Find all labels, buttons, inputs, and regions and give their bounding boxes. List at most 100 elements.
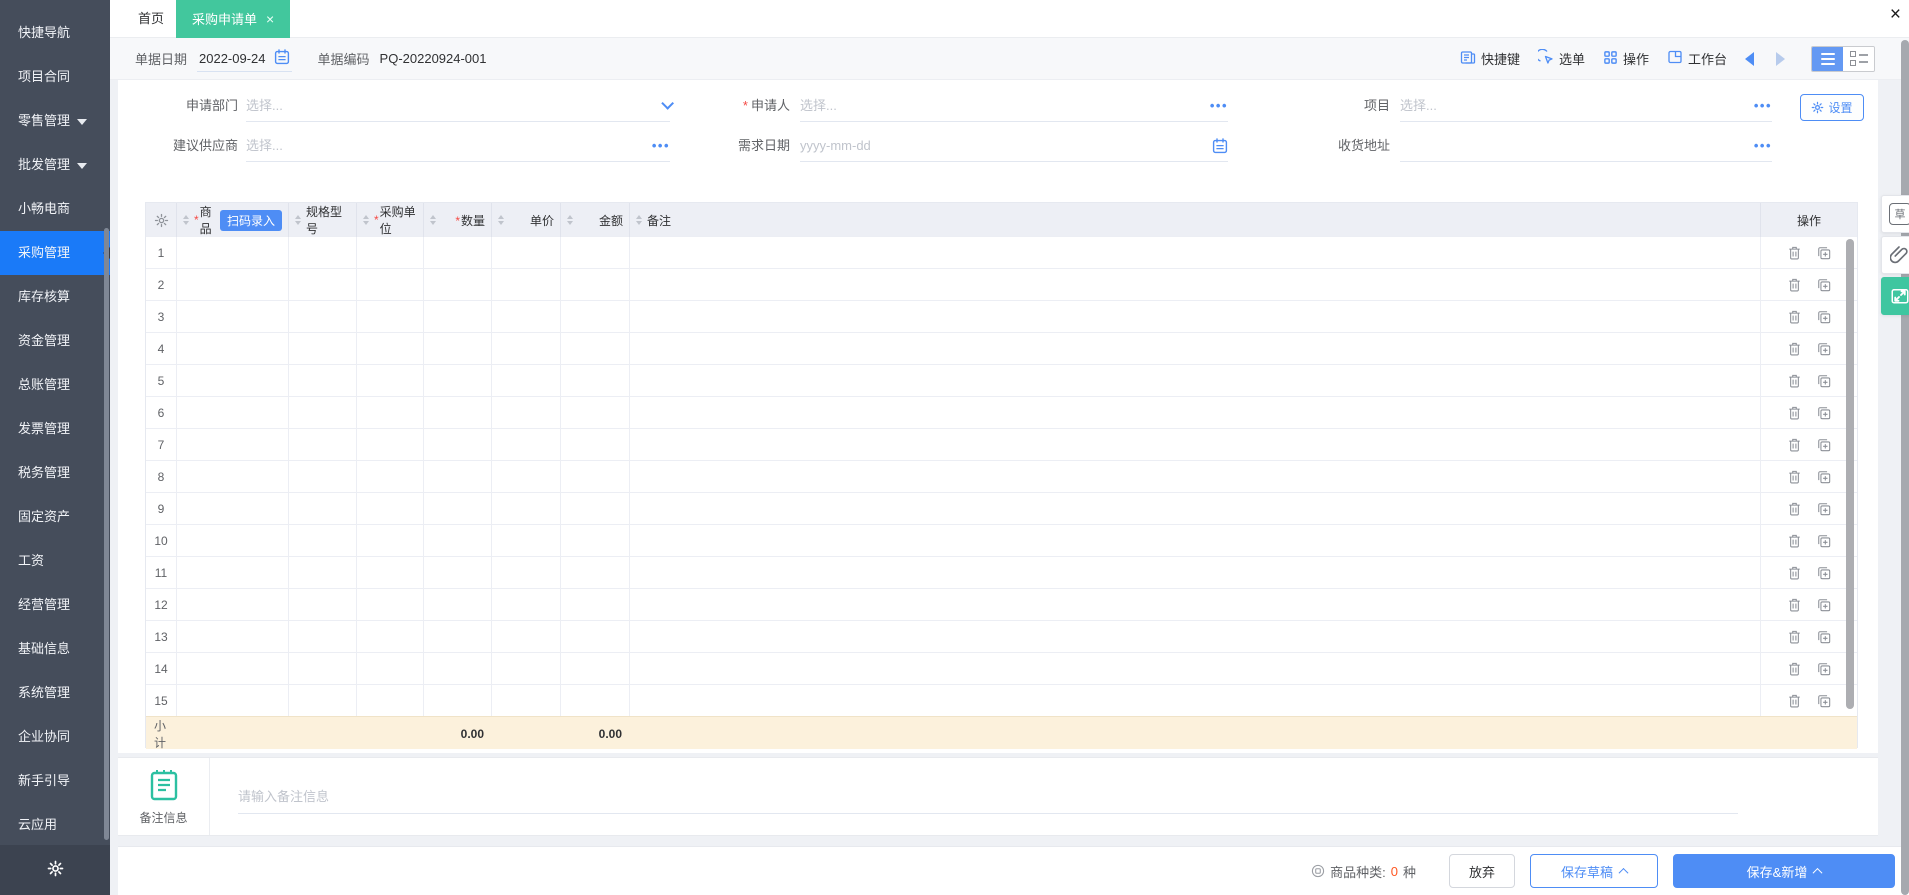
cell-remark[interactable] — [630, 620, 1761, 652]
cell-spec[interactable] — [289, 428, 357, 460]
cell-remark[interactable] — [630, 396, 1761, 428]
cell-unit[interactable] — [357, 268, 424, 300]
cell-unit[interactable] — [357, 684, 424, 716]
cell-spec[interactable] — [289, 588, 357, 620]
cell-spec[interactable] — [289, 396, 357, 428]
cell-remark[interactable] — [630, 428, 1761, 460]
cell-unit[interactable] — [357, 556, 424, 588]
cell-qty[interactable] — [424, 332, 492, 364]
cell-remark[interactable] — [630, 268, 1761, 300]
cell-product[interactable] — [177, 268, 289, 300]
tab-purchase-request[interactable]: 采购申请单 × — [176, 0, 291, 38]
sidebar-item[interactable]: 小畅电商 — [0, 187, 110, 231]
cell-remark[interactable] — [630, 364, 1761, 396]
more-dots-icon[interactable]: ••• — [1754, 139, 1772, 152]
copy-row-icon[interactable] — [1817, 246, 1831, 260]
sidebar-item[interactable]: 系统管理 — [0, 671, 110, 715]
cell-price[interactable] — [492, 364, 561, 396]
delete-row-icon[interactable] — [1788, 598, 1801, 612]
cell-product[interactable] — [177, 236, 289, 268]
copy-row-icon[interactable] — [1817, 342, 1831, 356]
project-input[interactable] — [1400, 98, 1748, 113]
cell-price[interactable] — [492, 268, 561, 300]
dept-input[interactable] — [246, 98, 655, 113]
cell-qty[interactable] — [424, 556, 492, 588]
sidebar-item[interactable]: 固定资产 — [0, 495, 110, 539]
copy-row-icon[interactable] — [1817, 630, 1831, 644]
delete-row-icon[interactable] — [1788, 534, 1801, 548]
supplier-input[interactable] — [246, 138, 646, 153]
applicant-input[interactable] — [800, 98, 1204, 113]
cell-remark[interactable] — [630, 556, 1761, 588]
cell-remark[interactable] — [630, 236, 1761, 268]
cell-spec[interactable] — [289, 460, 357, 492]
copy-row-icon[interactable] — [1817, 278, 1831, 292]
col-header-price[interactable]: 单价 — [492, 203, 561, 237]
cell-remark[interactable] — [630, 492, 1761, 524]
column-settings-gear-icon[interactable] — [146, 203, 177, 237]
sidebar-item[interactable]: 新手引导 — [0, 759, 110, 803]
doc-date-field[interactable]: 2022-09-24 — [197, 46, 292, 72]
cell-price[interactable] — [492, 332, 561, 364]
cell-amount[interactable] — [561, 620, 630, 652]
cell-qty[interactable] — [424, 460, 492, 492]
sidebar-item[interactable]: 工资 — [0, 539, 110, 583]
cell-remark[interactable] — [630, 332, 1761, 364]
col-header-product[interactable]: * 商品 扫码录入 — [177, 203, 289, 237]
delete-row-icon[interactable] — [1788, 438, 1801, 452]
cell-product[interactable] — [177, 460, 289, 492]
copy-row-icon[interactable] — [1817, 694, 1831, 708]
table-scrollbar[interactable] — [1846, 239, 1854, 709]
more-dots-icon[interactable]: ••• — [1754, 99, 1772, 112]
cell-qty[interactable] — [424, 524, 492, 556]
cell-unit[interactable] — [357, 492, 424, 524]
delete-row-icon[interactable] — [1788, 310, 1801, 324]
delete-row-icon[interactable] — [1788, 662, 1801, 676]
operations-button[interactable]: 操作 — [1603, 49, 1649, 68]
col-header-amount[interactable]: 金额 — [561, 203, 630, 237]
tab-close-icon[interactable]: × — [266, 11, 274, 27]
delete-row-icon[interactable] — [1788, 694, 1801, 708]
sidebar-item[interactable]: 企业协同 — [0, 715, 110, 759]
cell-unit[interactable] — [357, 652, 424, 684]
cell-amount[interactable] — [561, 300, 630, 332]
cell-product[interactable] — [177, 492, 289, 524]
sidebar-item[interactable]: 采购管理 — [0, 231, 110, 275]
cell-price[interactable] — [492, 396, 561, 428]
cell-unit[interactable] — [357, 332, 424, 364]
cell-product[interactable] — [177, 300, 289, 332]
save-and-new-button[interactable]: 保存&新增 — [1673, 854, 1895, 888]
copy-row-icon[interactable] — [1817, 566, 1831, 580]
cell-price[interactable] — [492, 428, 561, 460]
remark-input[interactable] — [238, 788, 1738, 804]
calendar-icon[interactable] — [1212, 137, 1228, 154]
chevron-down-icon[interactable] — [661, 97, 674, 110]
copy-row-icon[interactable] — [1817, 374, 1831, 388]
delete-row-icon[interactable] — [1788, 502, 1801, 516]
col-header-spec[interactable]: 规格型号 — [289, 203, 357, 237]
cell-price[interactable] — [492, 236, 561, 268]
cell-spec[interactable] — [289, 620, 357, 652]
cell-qty[interactable] — [424, 396, 492, 428]
sidebar-item[interactable]: 发票管理 — [0, 407, 110, 451]
cell-price[interactable] — [492, 300, 561, 332]
cell-price[interactable] — [492, 460, 561, 492]
cell-qty[interactable] — [424, 684, 492, 716]
delete-row-icon[interactable] — [1788, 278, 1801, 292]
sidebar-item[interactable]: 基础信息 — [0, 627, 110, 671]
copy-row-icon[interactable] — [1817, 598, 1831, 612]
cell-spec[interactable] — [289, 556, 357, 588]
cell-spec[interactable] — [289, 332, 357, 364]
delete-row-icon[interactable] — [1788, 374, 1801, 388]
cell-amount[interactable] — [561, 492, 630, 524]
list-view-button[interactable] — [1812, 46, 1843, 71]
more-dots-icon[interactable]: ••• — [1210, 99, 1228, 112]
sidebar-item[interactable]: 税务管理 — [0, 451, 110, 495]
copy-row-icon[interactable] — [1817, 470, 1831, 484]
cell-product[interactable] — [177, 556, 289, 588]
cell-price[interactable] — [492, 588, 561, 620]
cell-unit[interactable] — [357, 620, 424, 652]
cell-spec[interactable] — [289, 236, 357, 268]
save-draft-button[interactable]: 保存草稿 — [1530, 854, 1658, 888]
sidebar-scrollbar[interactable] — [104, 228, 109, 840]
